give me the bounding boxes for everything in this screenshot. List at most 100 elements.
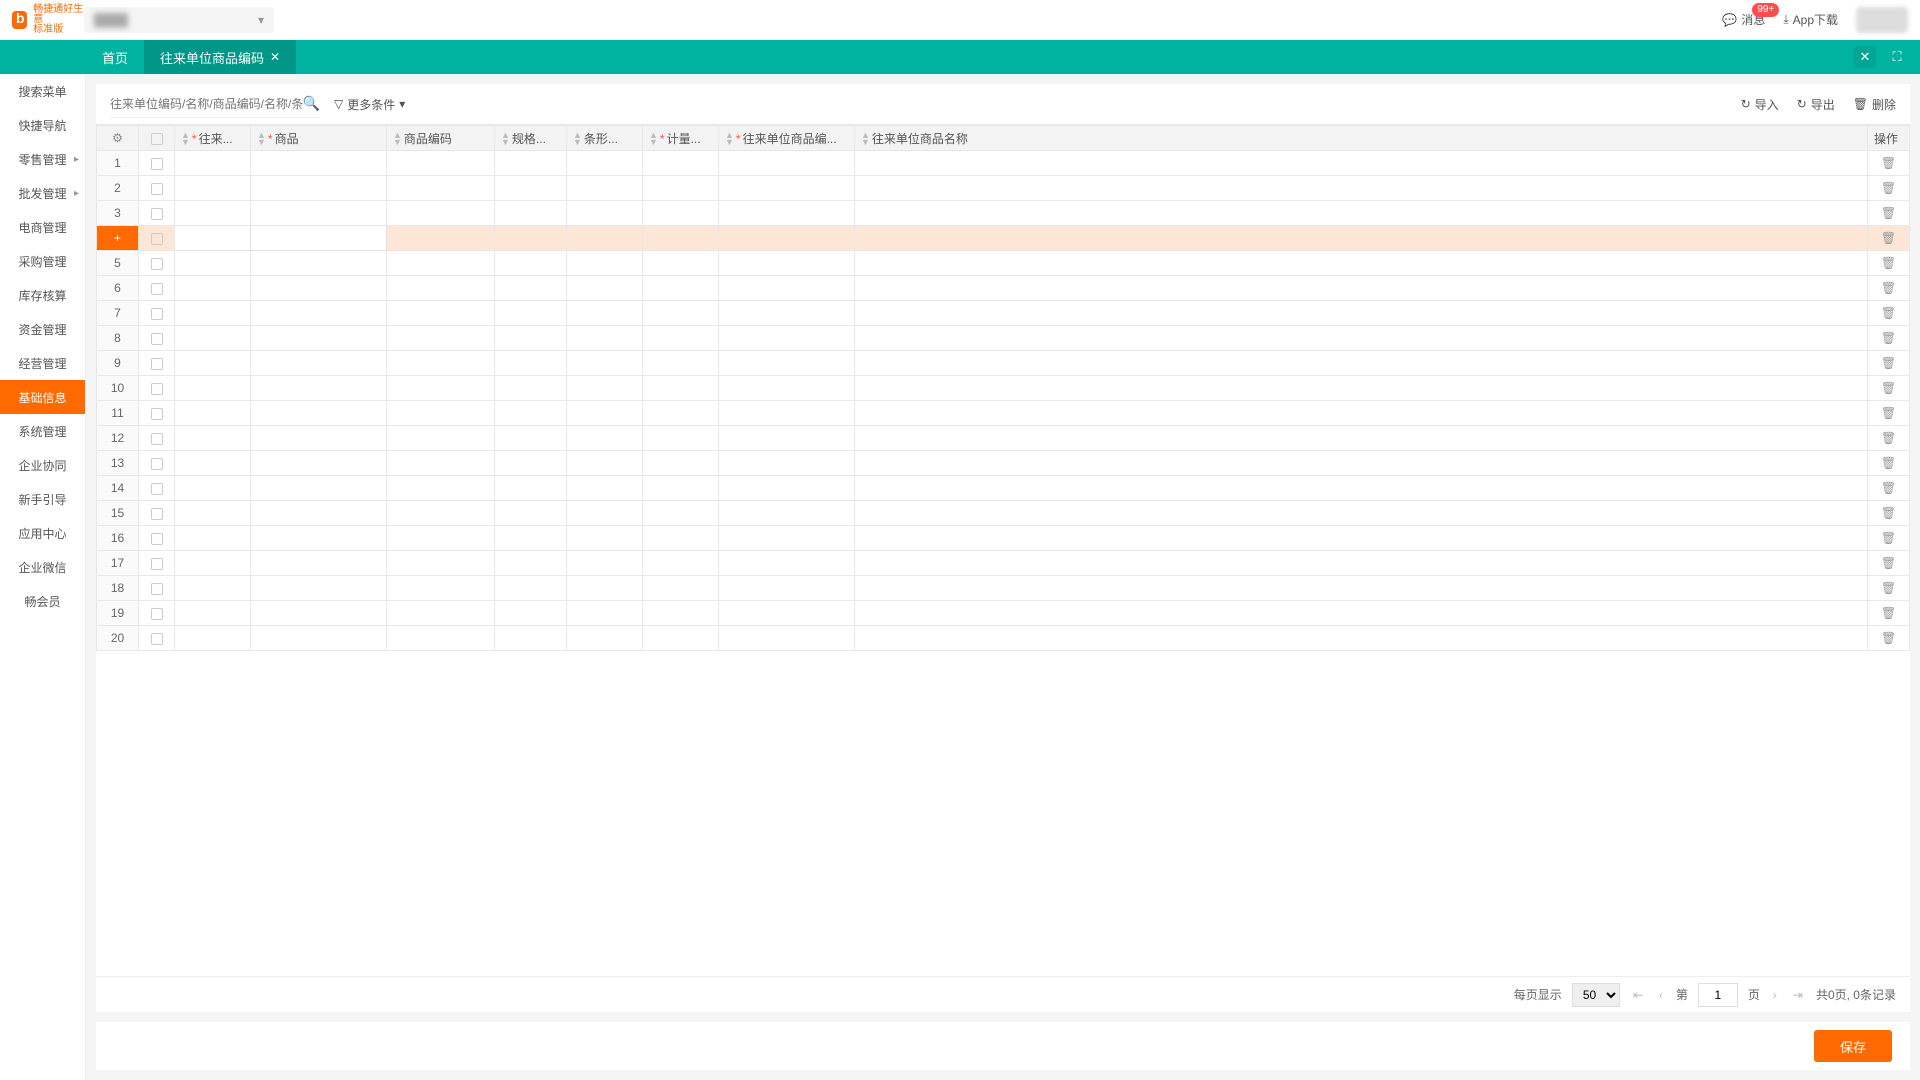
- cell[interactable]: [175, 576, 251, 601]
- cell[interactable]: [719, 376, 855, 401]
- trash-icon[interactable]: 🗑: [1881, 431, 1896, 445]
- cell[interactable]: [567, 626, 643, 651]
- cell[interactable]: [855, 526, 1868, 551]
- cell[interactable]: [495, 226, 567, 251]
- cell[interactable]: [643, 176, 719, 201]
- checkbox[interactable]: [151, 458, 163, 470]
- trash-icon[interactable]: 🗑: [1881, 381, 1896, 395]
- cell[interactable]: [495, 551, 567, 576]
- column-select-all[interactable]: [139, 126, 175, 151]
- cell[interactable]: [495, 626, 567, 651]
- cell[interactable]: [387, 426, 495, 451]
- table-row[interactable]: 11🗑: [97, 401, 1910, 426]
- sidebar-item[interactable]: 畅会员: [0, 584, 85, 618]
- cell[interactable]: [387, 326, 495, 351]
- cell[interactable]: [387, 626, 495, 651]
- cell[interactable]: [719, 176, 855, 201]
- row-delete-cell[interactable]: 🗑: [1868, 601, 1910, 626]
- cell[interactable]: [567, 326, 643, 351]
- cell[interactable]: [251, 526, 387, 551]
- cell[interactable]: [567, 601, 643, 626]
- cell[interactable]: [251, 401, 387, 426]
- per-page-select[interactable]: 50: [1572, 983, 1620, 1007]
- page-last-button[interactable]: ⇥: [1790, 988, 1806, 1002]
- cell[interactable]: [855, 626, 1868, 651]
- avatar[interactable]: [1856, 7, 1908, 33]
- trash-icon[interactable]: 🗑: [1881, 356, 1896, 370]
- cell[interactable]: [567, 376, 643, 401]
- checkbox[interactable]: [151, 133, 163, 145]
- cell[interactable]: [387, 476, 495, 501]
- cell[interactable]: [251, 201, 387, 226]
- trash-icon[interactable]: 🗑: [1881, 331, 1896, 345]
- cell[interactable]: [387, 176, 495, 201]
- import-button[interactable]: ↻ 导入: [1741, 96, 1779, 113]
- table-row[interactable]: +🗑: [97, 226, 1910, 251]
- cell[interactable]: [175, 551, 251, 576]
- cell[interactable]: [251, 376, 387, 401]
- cell[interactable]: [495, 601, 567, 626]
- cell[interactable]: [643, 226, 719, 251]
- cell[interactable]: [251, 451, 387, 476]
- table-row[interactable]: 12🗑: [97, 426, 1910, 451]
- column-unit-prod-code[interactable]: ▲▼*往来单位商品编...: [719, 126, 855, 151]
- cell[interactable]: [719, 251, 855, 276]
- table-row[interactable]: 13🗑: [97, 451, 1910, 476]
- column-measure[interactable]: ▲▼*计量...: [643, 126, 719, 151]
- checkbox[interactable]: [151, 233, 163, 245]
- row-checkbox-cell[interactable]: [139, 551, 175, 576]
- table-row[interactable]: 7🗑: [97, 301, 1910, 326]
- row-delete-cell[interactable]: 🗑: [1868, 326, 1910, 351]
- table-row[interactable]: 16🗑: [97, 526, 1910, 551]
- cell[interactable]: [495, 201, 567, 226]
- table-row[interactable]: 1🗑: [97, 151, 1910, 176]
- cell[interactable]: [855, 351, 1868, 376]
- cell[interactable]: [643, 451, 719, 476]
- cell[interactable]: [567, 451, 643, 476]
- row-delete-cell[interactable]: 🗑: [1868, 226, 1910, 251]
- cell[interactable]: [175, 226, 251, 251]
- row-checkbox-cell[interactable]: [139, 276, 175, 301]
- cell[interactable]: [387, 351, 495, 376]
- cell[interactable]: [855, 401, 1868, 426]
- row-checkbox-cell[interactable]: [139, 226, 175, 251]
- cell[interactable]: [175, 326, 251, 351]
- checkbox[interactable]: [151, 333, 163, 345]
- export-button[interactable]: ↻ 导出: [1797, 96, 1835, 113]
- close-icon[interactable]: ✕: [270, 50, 280, 64]
- table-row[interactable]: 19🗑: [97, 601, 1910, 626]
- cell[interactable]: [719, 576, 855, 601]
- cell[interactable]: [251, 476, 387, 501]
- delete-button[interactable]: 🗑 删除: [1853, 96, 1896, 113]
- cell[interactable]: [175, 401, 251, 426]
- checkbox[interactable]: [151, 208, 163, 220]
- cell[interactable]: [643, 326, 719, 351]
- row-delete-cell[interactable]: 🗑: [1868, 501, 1910, 526]
- cell[interactable]: [567, 176, 643, 201]
- table-row[interactable]: 6🗑: [97, 276, 1910, 301]
- checkbox[interactable]: [151, 608, 163, 620]
- cell[interactable]: [251, 326, 387, 351]
- row-checkbox-cell[interactable]: [139, 576, 175, 601]
- cell[interactable]: [643, 276, 719, 301]
- row-checkbox-cell[interactable]: [139, 201, 175, 226]
- row-checkbox-cell[interactable]: [139, 151, 175, 176]
- cell[interactable]: [643, 426, 719, 451]
- row-delete-cell[interactable]: 🗑: [1868, 376, 1910, 401]
- page-prev-button[interactable]: ‹: [1656, 988, 1666, 1002]
- cell[interactable]: [495, 501, 567, 526]
- cell[interactable]: [251, 226, 387, 251]
- cell[interactable]: [387, 151, 495, 176]
- column-spec[interactable]: ▲▼规格...: [495, 126, 567, 151]
- cell[interactable]: [567, 151, 643, 176]
- save-button[interactable]: 保存: [1814, 1030, 1892, 1062]
- table-row[interactable]: 18🗑: [97, 576, 1910, 601]
- row-delete-cell[interactable]: 🗑: [1868, 351, 1910, 376]
- checkbox[interactable]: [151, 158, 163, 170]
- cell[interactable]: [387, 376, 495, 401]
- cell[interactable]: [719, 501, 855, 526]
- cell[interactable]: [643, 476, 719, 501]
- trash-icon[interactable]: 🗑: [1881, 556, 1896, 570]
- cell[interactable]: [175, 201, 251, 226]
- row-delete-cell[interactable]: 🗑: [1868, 151, 1910, 176]
